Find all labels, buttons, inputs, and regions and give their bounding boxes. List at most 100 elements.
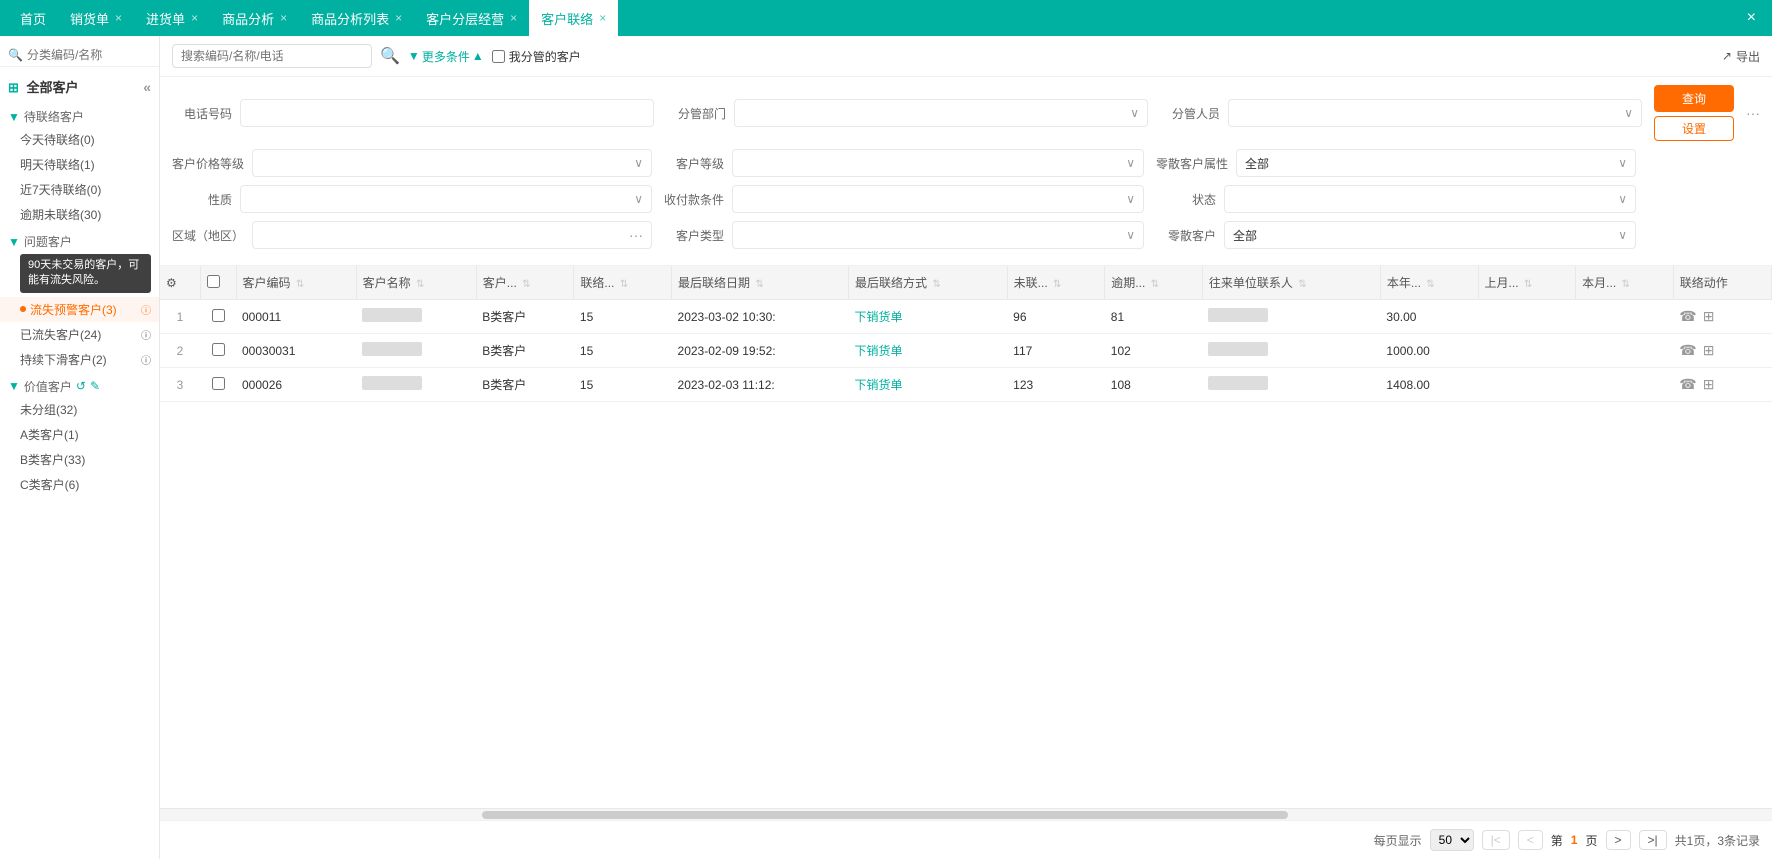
col-settings-header[interactable]: ⚙ — [160, 266, 200, 300]
more-action-icon-3[interactable]: ⊞ — [1703, 376, 1715, 393]
more-action-icon-2[interactable]: ⊞ — [1703, 342, 1715, 359]
sidebar-search-input[interactable] — [27, 48, 151, 62]
row-select-2[interactable] — [212, 343, 225, 356]
filter-customer-tier-select[interactable]: ∨ — [732, 149, 1144, 177]
row-last-method-1[interactable]: 下销货单 — [848, 300, 1007, 334]
nav-home[interactable]: 首页 — [8, 0, 58, 36]
nav-product-analysis[interactable]: 商品分析 × — [210, 0, 299, 36]
col-code-header: 客户编码 ⇅ — [236, 266, 356, 300]
row-checkbox-2[interactable] — [200, 334, 236, 368]
filter-payment-select[interactable]: ∨ — [732, 185, 1144, 213]
nav-sales[interactable]: 销货单 × — [58, 0, 134, 36]
nav-product-analysis-list-close[interactable]: × — [395, 11, 402, 25]
first-page-button[interactable]: |< — [1482, 830, 1510, 850]
sidebar-item-declining[interactable]: 持续下滑客户(2) ⓘ — [0, 347, 159, 372]
row-last-method-2[interactable]: 下销货单 — [848, 334, 1007, 368]
sidebar-item-churned[interactable]: 已流失客户(24) ⓘ — [0, 322, 159, 347]
nav-customer-tier[interactable]: 客户分层经营 × — [414, 0, 529, 36]
row-this-year-2: 1000.00 — [1380, 334, 1478, 368]
sidebar-item-tomorrow[interactable]: 明天待联络(1) — [0, 152, 159, 177]
row-last-method-3[interactable]: 下销货单 — [848, 368, 1007, 402]
settings-button[interactable]: 设置 — [1654, 116, 1734, 141]
nav-purchase-close[interactable]: × — [191, 11, 198, 25]
filter-status: 状态 ∨ — [1156, 185, 1636, 213]
row-this-month-3 — [1576, 368, 1674, 402]
nav-purchase[interactable]: 进货单 × — [134, 0, 210, 36]
info-icon-3: ⓘ — [141, 352, 151, 367]
filter-person-select[interactable]: ∨ — [1228, 99, 1642, 127]
nav-customer-tier-close[interactable]: × — [510, 11, 517, 25]
sidebar-item-churn-warning[interactable]: 流失预警客户(3) ⓘ — [0, 297, 159, 322]
page-size-select[interactable]: 50 — [1430, 829, 1474, 851]
sidebar-item-class-b[interactable]: B类客户(33) — [0, 447, 159, 472]
my-customers-checkbox[interactable] — [492, 50, 505, 63]
sidebar-item-class-c[interactable]: C类客户(6) — [0, 472, 159, 497]
filter-nature-label: 性质 — [172, 191, 232, 208]
filter-status-select[interactable]: ∨ — [1224, 185, 1636, 213]
contact-action-icon-3[interactable]: ☎ — [1679, 376, 1696, 393]
next-page-button[interactable]: > — [1606, 830, 1631, 850]
more-conditions-button[interactable]: ▼ 更多条件 ▲ — [408, 48, 484, 65]
nav-product-analysis-close[interactable]: × — [280, 11, 287, 25]
col-type-header: 客户... ⇅ — [476, 266, 574, 300]
filter-price-tier-select[interactable]: ∨ — [252, 149, 652, 177]
filter-phone-input[interactable] — [240, 99, 654, 127]
sidebar-section-value[interactable]: ▼ 价值客户 ↺ ✎ — [0, 372, 159, 397]
edit-icon[interactable]: ✎ — [90, 379, 100, 393]
nav-sales-close[interactable]: × — [115, 11, 122, 25]
filter-retail-customer-select[interactable]: 全部 ∨ — [1224, 221, 1636, 249]
page-number-label: 第 — [1551, 832, 1563, 849]
sidebar-item-today[interactable]: 今天待联络(0) — [0, 127, 159, 152]
filter-retail-attr-select[interactable]: 全部 ∨ — [1236, 149, 1636, 177]
search-input[interactable] — [172, 44, 372, 68]
filter-customer-type-select[interactable]: ∨ — [732, 221, 1144, 249]
nav-product-analysis-list[interactable]: 商品分析列表 × — [299, 0, 414, 36]
window-close-btn[interactable]: × — [1739, 9, 1764, 27]
sidebar: 🔍 ⊞ 全部客户 « ▼ 待联络客户 今天待联络(0) 明天待联络(1) 近7天… — [0, 36, 160, 859]
prev-page-button[interactable]: < — [1518, 830, 1543, 850]
contact-action-icon[interactable]: ☎ — [1679, 308, 1696, 325]
horizontal-scrollbar[interactable] — [160, 808, 1772, 820]
sidebar-section-pending[interactable]: ▼ 待联络客户 — [0, 102, 159, 127]
filter-retail-customer: 零散客户 全部 ∨ — [1156, 221, 1636, 249]
sidebar-all-customers[interactable]: ⊞ 全部客户 « — [0, 71, 159, 102]
filter-nature-select[interactable]: ∨ — [240, 185, 652, 213]
row-select-3[interactable] — [212, 377, 225, 390]
content-area: 🔍 ▼ 更多条件 ▲ 我分管的客户 ↗ 导出 电话号码 — [160, 36, 1772, 859]
refresh-icon[interactable]: ↺ — [76, 379, 86, 393]
col-name-header: 客户名称 ⇅ — [356, 266, 476, 300]
scrollbar-thumb[interactable] — [482, 811, 1288, 819]
chevron-down-icon-7: ∨ — [1126, 192, 1135, 206]
query-button[interactable]: 查询 — [1654, 85, 1734, 112]
data-table-container: ⚙ 客户编码 ⇅ 客户名称 ⇅ — [160, 266, 1772, 808]
sidebar-item-overdue-contact[interactable]: 逾期未联络(30) — [0, 202, 159, 227]
row-last-date-3: 2023-02-03 11:12: — [672, 368, 849, 402]
col-checkbox-header[interactable] — [200, 266, 236, 300]
filter-dept-select[interactable]: ∨ — [734, 99, 1148, 127]
nav-customer-contact[interactable]: 客户联络 × — [529, 0, 618, 36]
row-actions-1: ☎ ⊞ — [1673, 300, 1771, 334]
my-customers-filter[interactable]: 我分管的客户 — [492, 48, 581, 65]
row-this-year-1: 30.00 — [1380, 300, 1478, 334]
contact-action-icon-2[interactable]: ☎ — [1679, 342, 1696, 359]
filter-region-select[interactable]: ··· — [252, 221, 652, 249]
info-icon-2: ⓘ — [141, 327, 151, 342]
more-action-icon[interactable]: ⊞ — [1703, 308, 1715, 325]
sidebar-item-ungrouped[interactable]: 未分组(32) — [0, 397, 159, 422]
row-select-1[interactable] — [212, 309, 225, 322]
sort-icon-3: ⇅ — [522, 279, 530, 290]
more-options-btn[interactable]: ··· — [1746, 105, 1760, 121]
chevron-icon: ▲ — [472, 49, 484, 63]
row-checkbox-1[interactable] — [200, 300, 236, 334]
sidebar-item-class-a[interactable]: A类客户(1) — [0, 422, 159, 447]
search-button[interactable]: 🔍 — [380, 46, 400, 66]
filter-dept: 分管部门 ∨ — [666, 99, 1148, 127]
sidebar-section-problem[interactable]: ▼ 问题客户 — [0, 227, 159, 252]
last-page-button[interactable]: >| — [1639, 830, 1667, 850]
ellipsis-icon[interactable]: ··· — [629, 227, 643, 243]
nav-customer-contact-close[interactable]: × — [599, 11, 606, 25]
export-button[interactable]: ↗ 导出 — [1722, 48, 1760, 65]
select-all-checkbox[interactable] — [207, 275, 220, 288]
row-checkbox-3[interactable] — [200, 368, 236, 402]
sidebar-item-7days[interactable]: 近7天待联络(0) — [0, 177, 159, 202]
